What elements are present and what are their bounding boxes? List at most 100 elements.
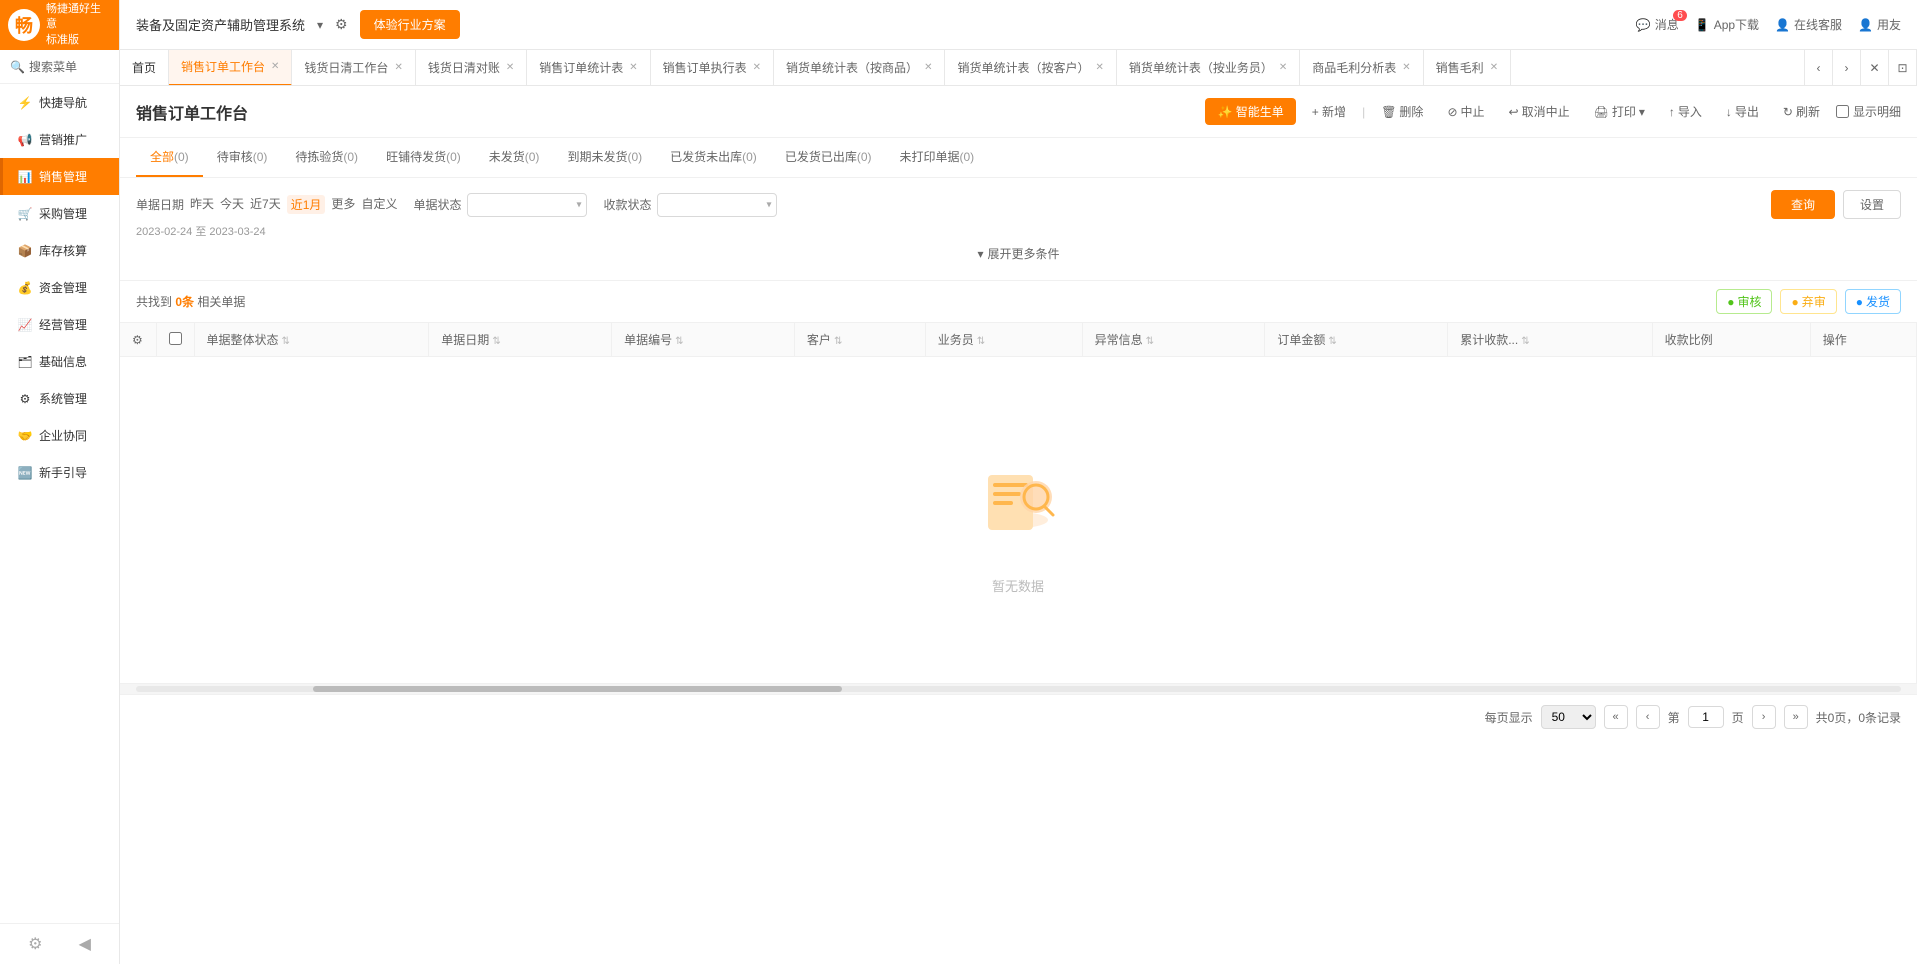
tab-cash-daily[interactable]: 钱货日清工作台✕ bbox=[292, 50, 415, 86]
sort-icon-number[interactable]: ⇅ bbox=[675, 336, 683, 347]
collect-select[interactable] bbox=[657, 193, 777, 217]
sidebar-item-base-info[interactable]: 🗂基础信息 bbox=[0, 343, 119, 380]
tab-close-margin-analysis[interactable]: ✕ bbox=[1402, 62, 1410, 73]
scrollbar-thumb[interactable] bbox=[313, 686, 843, 692]
sort-icon-status[interactable]: ⇅ bbox=[282, 336, 290, 347]
sidebar-item-system[interactable]: ⚙系统管理 bbox=[0, 380, 119, 417]
audit-btn[interactable]: ● 审核 bbox=[1716, 289, 1772, 314]
sidebar-item-quick-nav[interactable]: ⚡快捷导航 bbox=[0, 84, 119, 121]
cancel-audit-btn[interactable]: ● 弃审 bbox=[1780, 289, 1836, 314]
tab-close-sales-gross[interactable]: ✕ bbox=[1490, 62, 1498, 73]
message-icon-item[interactable]: 💬 6 消息 bbox=[1636, 16, 1679, 33]
sidebar-item-label: 基础信息 bbox=[39, 353, 87, 370]
sub-tab-shipped-out[interactable]: 已发货已出库(0) bbox=[771, 138, 886, 177]
app-download-item[interactable]: 📱 App下载 bbox=[1695, 16, 1759, 33]
add-btn[interactable]: + 新增 bbox=[1304, 99, 1354, 124]
sub-tab-wangpu-pending[interactable]: 旺铺待发货(0) bbox=[372, 138, 475, 177]
tab-expand-btn[interactable]: ⊡ bbox=[1889, 50, 1917, 86]
tab-close-sales-workbench[interactable]: ✕ bbox=[271, 61, 279, 72]
sidebar-item-finance[interactable]: 💰资金管理 bbox=[0, 269, 119, 306]
settings-icon[interactable]: ⚙ bbox=[28, 934, 42, 954]
prev-page-btn[interactable]: ‹ bbox=[1636, 705, 1660, 729]
delete-btn[interactable]: 🗑 删除 bbox=[1373, 99, 1431, 124]
tab-close-sales-stat-staff[interactable]: ✕ bbox=[1279, 62, 1287, 73]
sidebar-item-operations[interactable]: 📈经营管理 bbox=[0, 306, 119, 343]
sub-tab-shipped-not-out[interactable]: 已发货未出库(0) bbox=[656, 138, 771, 177]
sort-icon-date[interactable]: ⇅ bbox=[492, 336, 500, 347]
cancel-suspend-btn[interactable]: ↩ 取消中止 bbox=[1501, 99, 1578, 124]
tab-close-sales-stat-customer[interactable]: ✕ bbox=[1095, 62, 1103, 73]
tab-close-sales-stat[interactable]: ✕ bbox=[629, 62, 637, 73]
tab-next-btn[interactable]: › bbox=[1833, 50, 1861, 86]
date-link-昨天[interactable]: 昨天 bbox=[190, 195, 214, 214]
query-btn[interactable]: 查询 bbox=[1771, 190, 1835, 219]
sort-icon-customer[interactable]: ⇅ bbox=[834, 336, 842, 347]
sidebar-item-guide[interactable]: 🆕新手引导 bbox=[0, 454, 119, 491]
tab-prev-btn[interactable]: ‹ bbox=[1805, 50, 1833, 86]
tab-sales-exec[interactable]: 销售订单执行表✕ bbox=[651, 50, 774, 86]
next-page-btn[interactable]: › bbox=[1752, 705, 1776, 729]
sort-icon-exception[interactable]: ⇅ bbox=[1146, 336, 1154, 347]
collect-filter-item: 收款状态 bbox=[603, 193, 777, 217]
refresh-btn[interactable]: ↻ 刷新 bbox=[1775, 99, 1828, 124]
sidebar-search[interactable]: 🔍 搜索菜单 bbox=[0, 50, 119, 84]
date-link-近7天[interactable]: 近7天 bbox=[250, 195, 281, 214]
sub-tab-pending-review[interactable]: 待审核(0) bbox=[203, 138, 282, 177]
date-link-自定义[interactable]: 自定义 bbox=[361, 195, 397, 214]
tab-close-btn[interactable]: ✕ bbox=[1861, 50, 1889, 86]
online-service-item[interactable]: 👤 在线客服 bbox=[1775, 16, 1842, 33]
sort-icon-staff[interactable]: ⇅ bbox=[977, 336, 985, 347]
date-link-近1月[interactable]: 近1月 bbox=[287, 195, 326, 214]
ship-btn[interactable]: ● 发货 bbox=[1845, 289, 1901, 314]
sort-icon-amount[interactable]: ⇅ bbox=[1328, 336, 1336, 347]
sidebar-item-marketing[interactable]: 📢营销推广 bbox=[0, 121, 119, 158]
tab-sales-stat[interactable]: 销售订单统计表✕ bbox=[527, 50, 650, 86]
status-select[interactable] bbox=[467, 193, 587, 217]
sort-icon-collected[interactable]: ⇅ bbox=[1521, 336, 1529, 347]
col-settings-icon[interactable]: ⚙ bbox=[132, 333, 143, 347]
last-page-btn[interactable]: » bbox=[1784, 705, 1808, 729]
count-pending-inspect: (0) bbox=[343, 150, 358, 164]
sub-tab-all[interactable]: 全部(0) bbox=[136, 138, 203, 177]
expand-btn[interactable]: ▾ 展开更多条件 bbox=[136, 239, 1901, 268]
tab-home[interactable]: 首页 bbox=[120, 50, 169, 86]
sub-tab-expired-not-shipped[interactable]: 到期未发货(0) bbox=[553, 138, 656, 177]
tab-sales-stat-customer[interactable]: 销货单统计表（按客户）✕ bbox=[945, 50, 1116, 86]
smart-gen-btn[interactable]: ✨ 智能生单 bbox=[1205, 98, 1295, 125]
tab-sales-stat-product[interactable]: 销货单统计表（按商品）✕ bbox=[774, 50, 945, 86]
tab-close-cash-daily[interactable]: ✕ bbox=[394, 62, 402, 73]
import-btn[interactable]: ↑ 导入 bbox=[1661, 99, 1710, 124]
first-page-btn[interactable]: « bbox=[1604, 705, 1628, 729]
sidebar-item-inventory[interactable]: 📦库存核算 bbox=[0, 232, 119, 269]
tab-close-sales-stat-product[interactable]: ✕ bbox=[924, 62, 932, 73]
user-item[interactable]: 👤 用友 bbox=[1858, 16, 1901, 33]
select-all-check[interactable] bbox=[169, 332, 182, 345]
tab-sales-gross[interactable]: 销售毛利✕ bbox=[1424, 50, 1511, 86]
suspend-btn[interactable]: ⊘ 中止 bbox=[1439, 99, 1492, 124]
page-input[interactable] bbox=[1688, 706, 1724, 728]
date-link-今天[interactable]: 今天 bbox=[220, 195, 244, 214]
print-btn[interactable]: 🖨 打印 ▾ bbox=[1586, 99, 1653, 124]
date-link-更多[interactable]: 更多 bbox=[331, 195, 355, 214]
sub-tab-pending-inspect[interactable]: 待拣验货(0) bbox=[281, 138, 372, 177]
export-btn[interactable]: ↓ 导出 bbox=[1718, 99, 1767, 124]
horizontal-scrollbar[interactable] bbox=[120, 684, 1917, 694]
tab-close-cash-reconcile[interactable]: ✕ bbox=[506, 62, 514, 73]
page-size-select[interactable]: 102050100 bbox=[1541, 705, 1596, 729]
sub-tab-not-shipped[interactable]: 未发货(0) bbox=[475, 138, 554, 177]
sidebar-item-corp[interactable]: 🤝企业协同 bbox=[0, 417, 119, 454]
tab-sales-workbench[interactable]: 销售订单工作台✕ bbox=[169, 50, 292, 86]
tab-margin-analysis[interactable]: 商品毛利分析表✕ bbox=[1300, 50, 1423, 86]
sidebar-item-purchase[interactable]: 🛒采购管理 bbox=[0, 195, 119, 232]
tab-close-sales-exec[interactable]: ✕ bbox=[753, 62, 761, 73]
collapse-icon[interactable]: ◀ bbox=[79, 934, 91, 954]
industry-btn[interactable]: 体验行业方案 bbox=[360, 10, 460, 39]
show-detail-check[interactable]: 显示明细 bbox=[1836, 103, 1901, 120]
tab-cash-reconcile[interactable]: 钱货日清对账✕ bbox=[416, 50, 527, 86]
gear-icon[interactable]: ⚙ bbox=[335, 16, 348, 33]
tab-sales-stat-staff[interactable]: 销货单统计表（按业务员）✕ bbox=[1117, 50, 1300, 86]
topbar-dropdown[interactable]: ▾ bbox=[317, 18, 323, 32]
set-btn[interactable]: 设置 bbox=[1843, 190, 1901, 219]
sub-tab-not-printed[interactable]: 未打印单据(0) bbox=[886, 138, 989, 177]
sidebar-item-sales[interactable]: 📊销售管理 bbox=[0, 158, 119, 195]
